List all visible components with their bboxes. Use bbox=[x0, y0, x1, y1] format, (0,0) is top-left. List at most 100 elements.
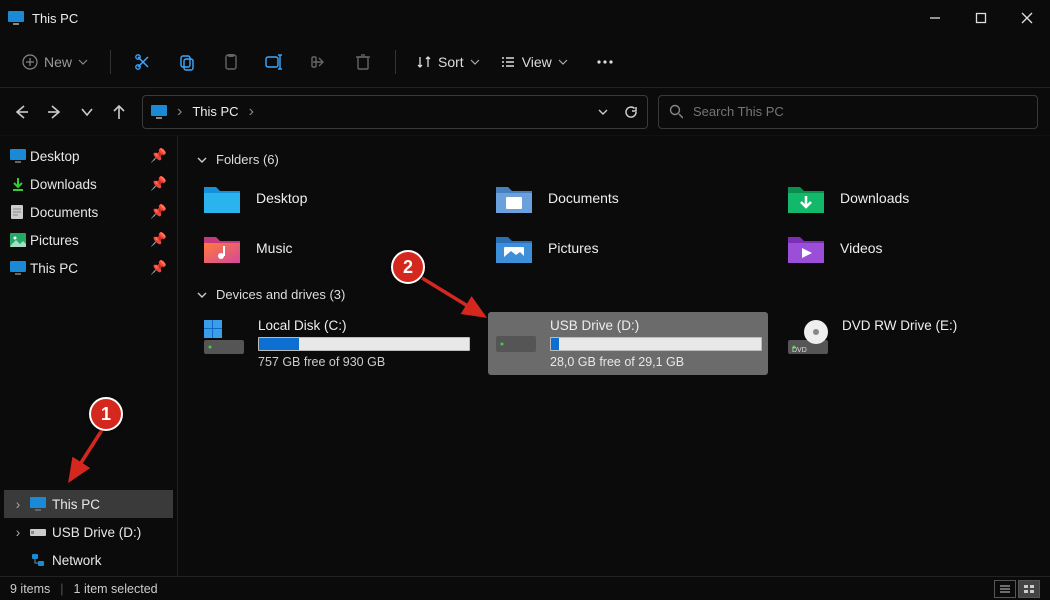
chevron-down-icon bbox=[196, 154, 208, 166]
folder-label: Desktop bbox=[256, 190, 307, 206]
sidebar-item-label: Pictures bbox=[30, 233, 79, 248]
folder-downloads[interactable]: Downloads bbox=[780, 177, 1050, 219]
drive-dvd-e[interactable]: DVD DVD RW Drive (E:) bbox=[780, 312, 1050, 375]
breadcrumb[interactable]: This PC bbox=[192, 104, 238, 119]
rename-button[interactable] bbox=[255, 44, 295, 80]
drives-group-header[interactable]: Devices and drives (3) bbox=[196, 287, 1032, 302]
folder-music[interactable]: Music bbox=[196, 227, 476, 269]
annotation-marker-2: 2 bbox=[391, 250, 425, 284]
sidebar-item-thispc[interactable]: This PC 📌 bbox=[4, 254, 173, 282]
new-button[interactable]: New bbox=[12, 48, 98, 76]
group-label: Folders (6) bbox=[216, 152, 279, 167]
copy-button[interactable] bbox=[167, 44, 207, 80]
quick-access-section: Desktop 📌 Downloads 📌 Documents 📌 Pictur… bbox=[0, 142, 177, 282]
share-icon bbox=[310, 53, 328, 71]
tree-item-label: Network bbox=[52, 553, 102, 568]
sidebar-item-pictures[interactable]: Pictures 📌 bbox=[4, 226, 173, 254]
drive-free-text: 757 GB free of 930 GB bbox=[258, 355, 470, 369]
sidebar-item-label: Documents bbox=[30, 205, 98, 220]
close-button[interactable] bbox=[1004, 0, 1050, 36]
clipboard-icon bbox=[222, 53, 240, 71]
music-folder-icon bbox=[202, 231, 242, 265]
sidebar-item-downloads[interactable]: Downloads 📌 bbox=[4, 170, 173, 198]
share-button[interactable] bbox=[299, 44, 339, 80]
chevron-down-icon bbox=[470, 57, 480, 67]
thispc-icon bbox=[151, 105, 167, 119]
titlebar: This PC bbox=[0, 0, 1050, 36]
folder-pictures[interactable]: Pictures bbox=[488, 227, 768, 269]
forward-button[interactable] bbox=[46, 103, 64, 121]
new-label: New bbox=[44, 54, 72, 70]
downloads-folder-icon bbox=[786, 181, 826, 215]
toolbar: New Sort View bbox=[0, 36, 1050, 88]
drive-usb-d[interactable]: USB Drive (D:) 28,0 GB free of 29,1 GB bbox=[488, 312, 768, 375]
minimize-button[interactable] bbox=[912, 0, 958, 36]
folder-label: Downloads bbox=[840, 190, 909, 206]
tree-section: › This PC › USB Drive (D:) › Network bbox=[0, 490, 177, 574]
back-button[interactable] bbox=[12, 103, 30, 121]
annotation-arrow-2 bbox=[416, 268, 496, 328]
status-selected: 1 item selected bbox=[74, 582, 158, 596]
maximize-button[interactable] bbox=[958, 0, 1004, 36]
navbar: › This PC › bbox=[0, 88, 1050, 136]
window-title: This PC bbox=[32, 11, 78, 26]
sort-icon bbox=[416, 54, 432, 70]
address-bar[interactable]: › This PC › bbox=[142, 95, 648, 129]
sidebar-item-desktop[interactable]: Desktop 📌 bbox=[4, 142, 173, 170]
address-dropdown[interactable] bbox=[597, 106, 609, 118]
sidebar-item-label: Downloads bbox=[30, 177, 97, 192]
more-button[interactable] bbox=[580, 55, 622, 69]
pin-icon: 📌 bbox=[150, 260, 167, 276]
sidebar-item-label: This PC bbox=[30, 261, 78, 276]
storage-bar bbox=[258, 337, 470, 351]
delete-button[interactable] bbox=[343, 44, 383, 80]
view-button[interactable]: View bbox=[492, 50, 576, 74]
details-view-toggle[interactable] bbox=[994, 580, 1016, 598]
pin-icon: 📌 bbox=[150, 148, 167, 164]
recent-button[interactable] bbox=[80, 105, 94, 119]
view-icon bbox=[500, 54, 516, 70]
chevron-right-icon: › bbox=[12, 525, 24, 540]
folder-videos[interactable]: Videos bbox=[780, 227, 1050, 269]
sidebar-item-documents[interactable]: Documents 📌 bbox=[4, 198, 173, 226]
usb-drive-icon bbox=[30, 526, 46, 538]
search-bar[interactable] bbox=[658, 95, 1038, 129]
folder-documents[interactable]: Documents bbox=[488, 177, 768, 219]
pictures-folder-icon bbox=[494, 231, 534, 265]
up-button[interactable] bbox=[110, 103, 128, 121]
tree-item-thispc[interactable]: › This PC bbox=[4, 490, 173, 518]
cut-button[interactable] bbox=[123, 44, 163, 80]
content: Folders (6) Desktop Documents Downloads bbox=[178, 136, 1050, 576]
window-controls bbox=[912, 0, 1050, 36]
tree-item-label: This PC bbox=[52, 497, 100, 512]
documents-icon bbox=[10, 204, 24, 220]
thispc-icon bbox=[30, 497, 46, 511]
dvd-icon: DVD bbox=[786, 318, 830, 358]
status-items: 9 items bbox=[10, 582, 50, 596]
folder-label: Pictures bbox=[548, 240, 599, 256]
divider bbox=[110, 50, 111, 74]
paste-button[interactable] bbox=[211, 44, 251, 80]
tiles-view-toggle[interactable] bbox=[1018, 580, 1040, 598]
annotation-arrow-1 bbox=[58, 424, 118, 494]
search-input[interactable] bbox=[693, 104, 1027, 119]
sort-button[interactable]: Sort bbox=[408, 50, 488, 74]
view-label: View bbox=[522, 54, 552, 70]
tree-item-usb[interactable]: › USB Drive (D:) bbox=[4, 518, 173, 546]
sidebar-item-label: Desktop bbox=[30, 149, 80, 164]
group-label: Devices and drives (3) bbox=[216, 287, 345, 302]
pin-icon: 📌 bbox=[150, 204, 167, 220]
folders-group-header[interactable]: Folders (6) bbox=[196, 152, 1032, 167]
chevron-down-icon bbox=[196, 289, 208, 301]
chevron-down-icon bbox=[78, 57, 88, 67]
hdd-win-icon bbox=[202, 318, 246, 358]
folder-desktop[interactable]: Desktop bbox=[196, 177, 476, 219]
sidebar: Desktop 📌 Downloads 📌 Documents 📌 Pictur… bbox=[0, 136, 178, 576]
videos-folder-icon bbox=[786, 231, 826, 265]
refresh-button[interactable] bbox=[623, 104, 639, 120]
drive-name: USB Drive (D:) bbox=[550, 318, 762, 333]
body: Desktop 📌 Downloads 📌 Documents 📌 Pictur… bbox=[0, 136, 1050, 576]
tree-item-network[interactable]: › Network bbox=[4, 546, 173, 574]
chevron-right-icon: › bbox=[249, 103, 254, 121]
ellipsis-icon bbox=[596, 59, 614, 65]
